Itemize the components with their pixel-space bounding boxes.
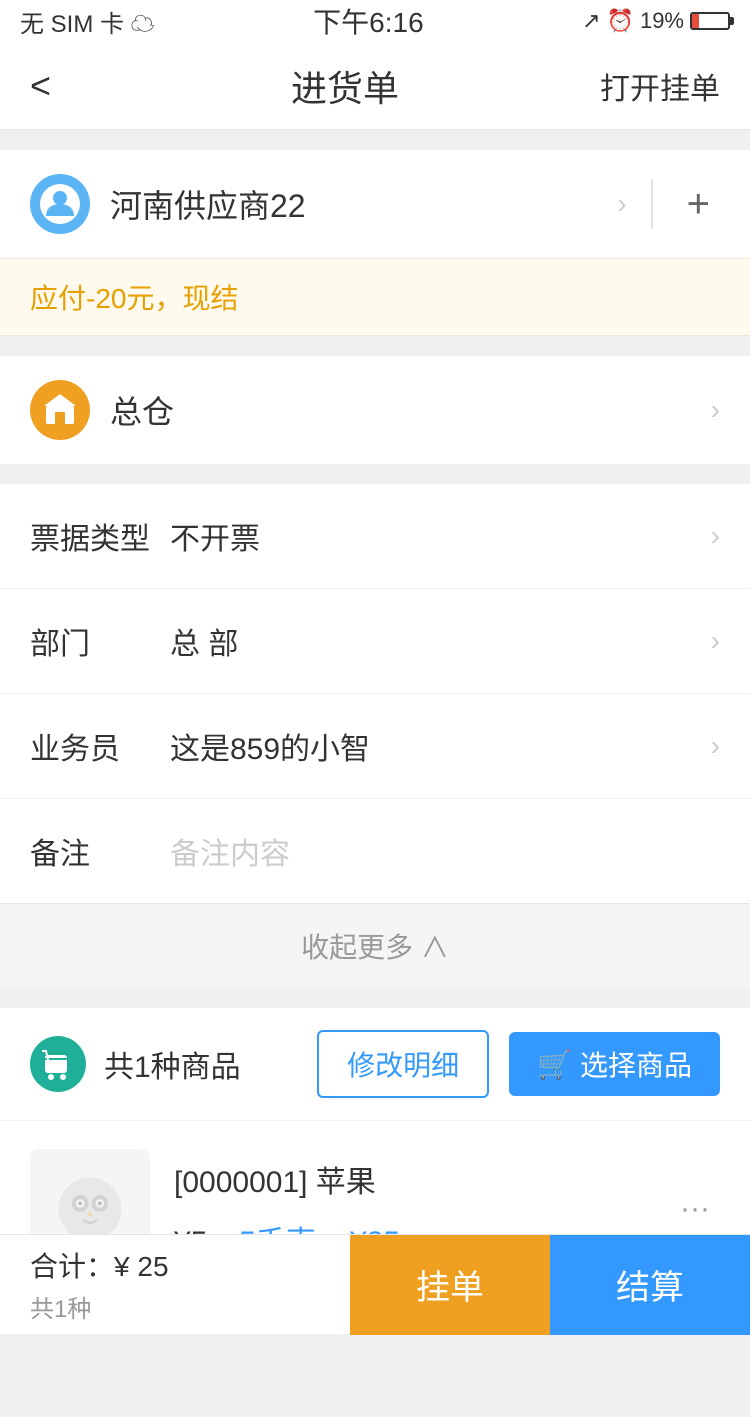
form-card: 票据类型 不开票 › 部门 总 部 › 业务员 这是859的小智 › 备注 备注…: [0, 484, 750, 988]
remark-label: 备注: [30, 829, 170, 873]
modify-detail-button[interactable]: 修改明细: [317, 1030, 489, 1098]
notice-bar: 应付-20元，现结: [0, 258, 750, 336]
total-amount: 合计：¥ 25: [30, 1245, 320, 1285]
chevron-right-icon: ›: [711, 520, 720, 552]
status-bar: 无 SIM 卡 ☁ 下午6:16 ↗ ⏰ 19%: [0, 0, 750, 42]
chevron-right-icon: ›: [711, 394, 720, 426]
total-label: 合计：: [30, 1251, 114, 1282]
chevron-right-icon: ›: [617, 188, 626, 220]
status-left: 无 SIM 卡 ☁: [20, 4, 155, 39]
user-icon: [40, 184, 80, 224]
settle-button[interactable]: 结算: [550, 1235, 750, 1335]
total-section: 合计：¥ 25 共1种: [0, 1245, 350, 1324]
open-hang-button[interactable]: 打开挂单: [600, 64, 720, 108]
divider: [651, 179, 653, 229]
dept-value: 总 部: [170, 619, 711, 663]
add-button[interactable]: +: [677, 182, 720, 227]
product-count: 共1种商品: [104, 1042, 317, 1086]
nav-bar: < 进货单 打开挂单: [0, 42, 750, 130]
gap-2: [0, 336, 750, 356]
gap-4: [0, 988, 750, 1008]
total-count: 共1种: [30, 1289, 320, 1324]
status-time: 下午6:16: [313, 1, 424, 41]
page-title: 进货单: [291, 60, 399, 112]
gap-3: [0, 464, 750, 484]
invoice-row[interactable]: 票据类型 不开票 ›: [0, 484, 750, 588]
back-button[interactable]: <: [30, 65, 90, 107]
more-options-button[interactable]: ···: [670, 1192, 720, 1226]
supplier-name: 河南供应商22: [110, 181, 617, 227]
select-product-button[interactable]: 🛒 选择商品: [509, 1032, 720, 1096]
hang-button[interactable]: 挂单: [350, 1235, 550, 1335]
invoice-label: 票据类型: [30, 514, 170, 558]
supplier-row[interactable]: 河南供应商22 › +: [0, 150, 750, 258]
supplier-card: 河南供应商22 › + 应付-20元，现结: [0, 150, 750, 336]
location-icon: ↗: [582, 8, 600, 34]
total-value: ¥ 25: [114, 1251, 169, 1282]
invoice-value: 不开票: [170, 514, 711, 558]
product-header: 共1种商品 修改明细 🛒 选择商品: [0, 1008, 750, 1120]
sim-label: 无 SIM 卡 ☁: [20, 4, 155, 39]
collapse-button[interactable]: 收起更多 ∧: [0, 903, 750, 988]
battery-icon: [690, 12, 730, 30]
remark-input[interactable]: 备注内容: [170, 829, 720, 873]
sales-value: 这是859的小智: [170, 724, 711, 768]
sales-row[interactable]: 业务员 这是859的小智 ›: [0, 693, 750, 798]
product-cart-icon: [30, 1036, 86, 1092]
gap-1: [0, 130, 750, 150]
dept-row[interactable]: 部门 总 部 ›: [0, 588, 750, 693]
product-name: [0000001] 苹果: [174, 1157, 670, 1201]
battery-percent: 19%: [640, 8, 684, 34]
sales-label: 业务员: [30, 724, 170, 768]
remark-row[interactable]: 备注 备注内容: [0, 798, 750, 903]
chevron-right-icon: ›: [711, 730, 720, 762]
chevron-right-icon: ›: [711, 625, 720, 657]
warehouse-name: 总仓: [110, 387, 711, 433]
status-right: ↗ ⏰ 19%: [582, 8, 730, 34]
alarm-icon: ⏰: [607, 8, 634, 34]
cart-icon: 🛒: [537, 1048, 572, 1081]
warehouse-row[interactable]: 总仓 ›: [0, 356, 750, 464]
bottom-bar: 合计：¥ 25 共1种 挂单 结算: [0, 1234, 750, 1334]
dept-label: 部门: [30, 619, 170, 663]
supplier-avatar: [30, 174, 90, 234]
warehouse-icon: [30, 380, 90, 440]
warehouse-card: 总仓 ›: [0, 356, 750, 464]
